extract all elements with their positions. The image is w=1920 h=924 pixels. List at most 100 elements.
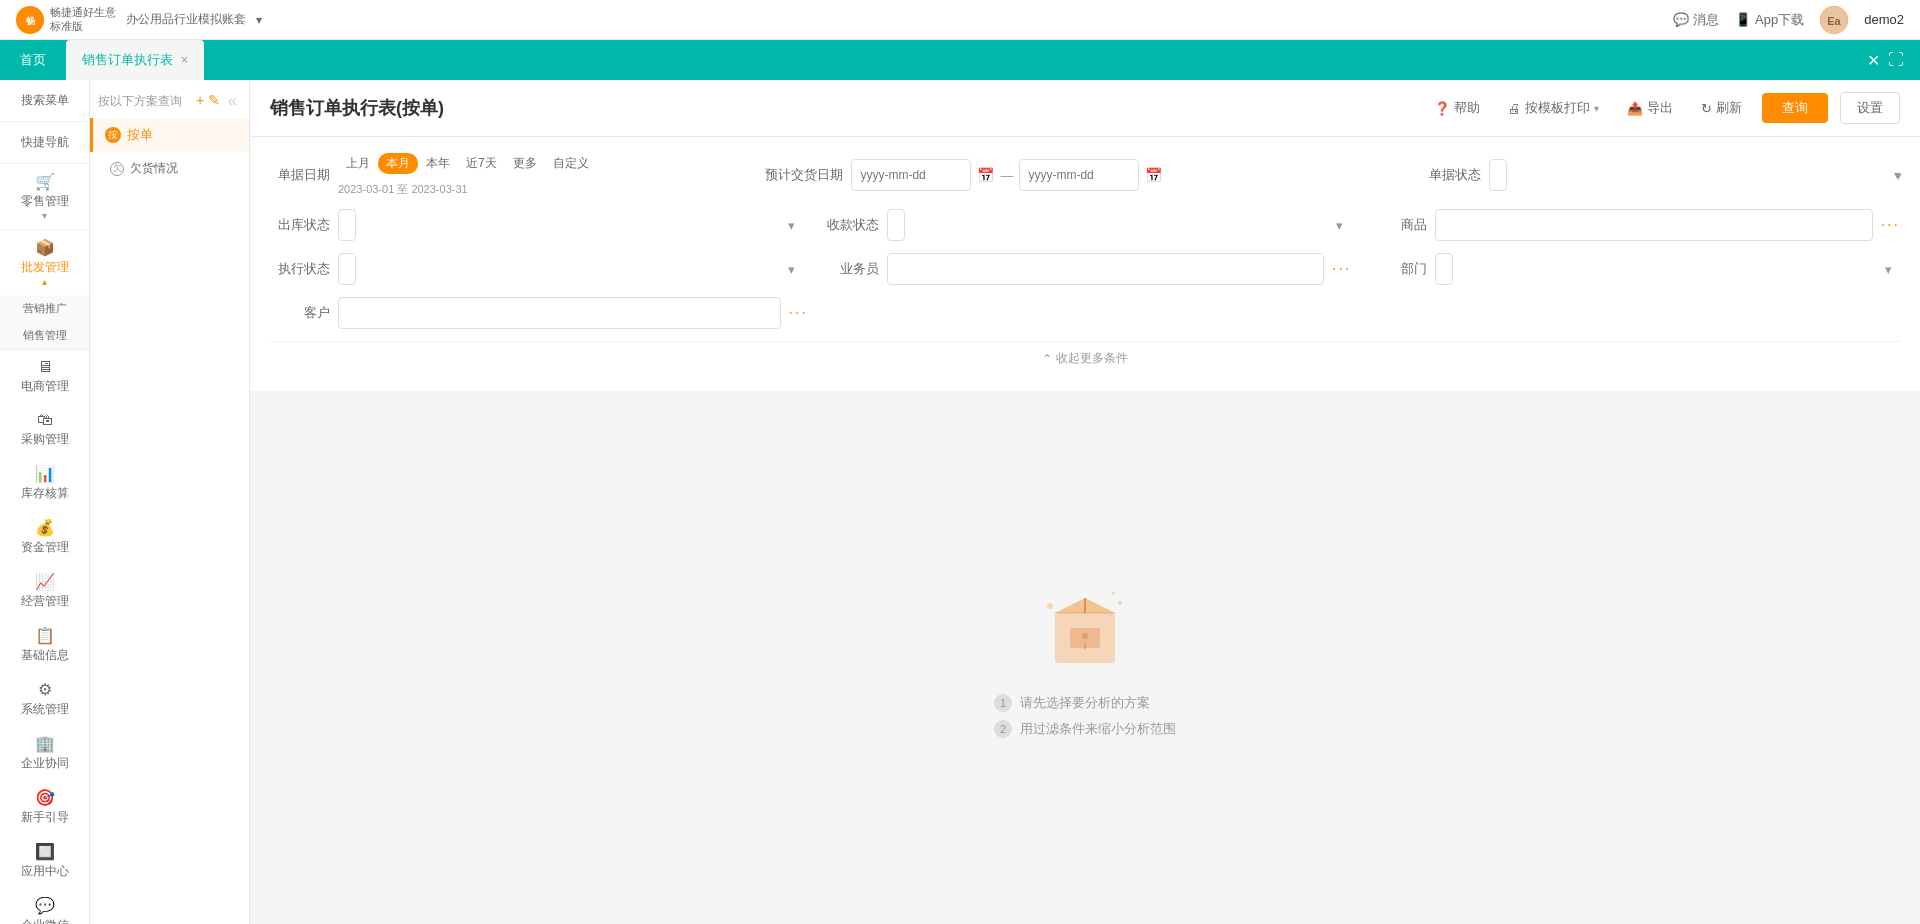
message-button[interactable]: 💬 消息 <box>1673 11 1719 29</box>
receipt-status-select[interactable] <box>887 209 905 241</box>
empty-tips: 1 请先选择要分析的方案 2 用过滤条件来缩小分析范围 <box>994 694 1176 738</box>
tab-close-icon[interactable]: × <box>181 53 188 67</box>
exec-status-label: 执行状态 <box>270 260 330 278</box>
enterprise-label: 企业协同 <box>21 755 69 772</box>
filter-row-4: 客户 ··· <box>270 297 1900 329</box>
dept-label: 部门 <box>1367 260 1427 278</box>
app-title-dropdown[interactable]: ▾ <box>256 13 262 27</box>
customer-input[interactable] <box>338 297 781 329</box>
finance-icon: 💰 <box>35 518 55 537</box>
sidebar-item-enterprise[interactable]: 🏢 企业协同 <box>0 726 89 780</box>
tab-active[interactable]: 销售订单执行表 × <box>66 40 204 80</box>
settings-button[interactable]: 设置 <box>1840 92 1900 124</box>
filter-field-goods: 商品 ··· <box>1367 209 1900 241</box>
calendar-end-icon[interactable]: 📅 <box>1145 167 1162 183</box>
exec-status-select-wrapper <box>338 253 803 285</box>
date-tab-lastmonth[interactable]: 上月 <box>338 153 378 174</box>
tab-home[interactable]: 首页 <box>0 40 66 80</box>
svg-point-13 <box>1112 591 1115 594</box>
retail-arrow-icon: ▾ <box>42 210 47 221</box>
date-tab-custom[interactable]: 自定义 <box>545 153 597 174</box>
date-tab-more[interactable]: 更多 <box>505 153 545 174</box>
sidebar-item-guide[interactable]: 🎯 新手引导 <box>0 780 89 834</box>
tab-close-window-icon[interactable]: ✕ <box>1867 51 1880 70</box>
help-button[interactable]: ❓ 帮助 <box>1426 95 1488 121</box>
export-button[interactable]: 📤 导出 <box>1619 95 1681 121</box>
collapse-panel-icon[interactable]: « <box>224 92 241 110</box>
sidebar-item-ecommerce[interactable]: 🖥 电商管理 <box>0 350 89 403</box>
refresh-button[interactable]: ↻ 刷新 <box>1693 95 1750 121</box>
sidebar-item-finance[interactable]: 💰 资金管理 <box>0 510 89 564</box>
expected-date-start-input[interactable] <box>851 159 971 191</box>
calendar-start-icon[interactable]: 📅 <box>977 167 994 183</box>
filter-row-2: 出库状态 收款状态 <box>270 209 1900 241</box>
date-range-text: 2023-03-01 至 2023-03-31 <box>338 182 749 197</box>
filter-field-date: 单据日期 上月 本月 本年 近7天 更多 自定义 2023-03-01 至 20… <box>270 153 749 197</box>
filter-row-1: 单据日期 上月 本月 本年 近7天 更多 自定义 2023-03-01 至 20… <box>270 153 1900 197</box>
filter-field-receipt-status: 收款状态 <box>819 209 1352 241</box>
sidebar-item-wholesale[interactable]: 📦 批发管理 ▴ <box>0 230 89 295</box>
filter-field-dept: 部门 <box>1367 253 1900 285</box>
sidebar-item-basic[interactable]: 📋 基础信息 <box>0 618 89 672</box>
svg-text:Ea: Ea <box>1828 15 1842 27</box>
filter-field-expected-date: 预计交货日期 📅 — 📅 <box>765 159 1404 191</box>
sidebar-item-operation[interactable]: 📈 经营管理 <box>0 564 89 618</box>
sidebar-nav-label[interactable]: 快捷导航 <box>0 128 89 157</box>
dept-select-wrapper <box>1435 253 1900 285</box>
tab-maximize-icon[interactable]: ⛶ <box>1888 51 1904 69</box>
empty-tip-2: 2 用过滤条件来缩小分析范围 <box>994 720 1176 738</box>
message-icon: 💬 <box>1673 12 1689 27</box>
salesperson-more-icon[interactable]: ··· <box>1332 260 1351 278</box>
svg-point-12 <box>1118 601 1122 605</box>
expected-date-end-input[interactable] <box>1019 159 1139 191</box>
sidebar-sub-item-sales[interactable]: 销售管理 <box>0 322 89 349</box>
purchase-icon: 🛍 <box>37 411 53 429</box>
date-tab-thismonth[interactable]: 本月 <box>378 153 418 174</box>
sidebar-item-system[interactable]: ⚙ 系统管理 <box>0 672 89 726</box>
salesperson-input[interactable] <box>887 253 1324 285</box>
purchase-label: 采购管理 <box>21 431 69 448</box>
filter-field-exec-status: 执行状态 <box>270 253 803 285</box>
sidebar-item-retail[interactable]: 🛒 零售管理 ▾ <box>0 164 89 229</box>
filter-row-3: 执行状态 业务员 ··· 部门 <box>270 253 1900 285</box>
sidebar-item-purchase[interactable]: 🛍 采购管理 <box>0 403 89 456</box>
query-button[interactable]: 查询 <box>1762 93 1828 123</box>
out-status-select[interactable] <box>338 209 356 241</box>
receipt-status-select-wrapper <box>887 209 1352 241</box>
add-scheme-icon[interactable]: + <box>196 92 204 110</box>
sidebar-search-text[interactable]: 搜索菜单 <box>8 88 81 113</box>
tab-bar-actions: ✕ ⛶ <box>1867 51 1920 70</box>
user-name[interactable]: demo2 <box>1864 12 1904 27</box>
sidebar-sub-item-marketing[interactable]: 营销推广 <box>0 295 89 322</box>
date-label: 单据日期 <box>270 166 330 184</box>
date-tab-7days[interactable]: 近7天 <box>458 153 505 174</box>
sidebar-item-inventory[interactable]: 📊 库存核算 <box>0 456 89 510</box>
goods-more-icon[interactable]: ··· <box>1881 216 1900 234</box>
app-download-button[interactable]: 📱 App下载 <box>1735 11 1804 29</box>
doc-status-select[interactable] <box>1489 159 1507 191</box>
page-header-top: 销售订单执行表(按单) ❓ 帮助 🖨 按模板打印 ▾ 📤 <box>270 92 1900 124</box>
goods-input[interactable] <box>1435 209 1872 241</box>
collapse-filters-button[interactable]: ⌃ 收起更多条件 <box>270 341 1900 375</box>
sidebar-item-wechat[interactable]: 💬 企业微信 <box>0 888 89 924</box>
date-tab-thisyear[interactable]: 本年 <box>418 153 458 174</box>
date-filter-tabs: 上月 本月 本年 近7天 更多 自定义 <box>338 153 749 174</box>
filter-field-doc-status: 单据状态 ▾ <box>1421 159 1900 191</box>
doc-status-select-wrapper <box>1489 159 1910 191</box>
scheme-sub-label: 欠货情况 <box>130 160 178 177</box>
avatar: Ea <box>1820 6 1848 34</box>
customer-label: 客户 <box>270 304 330 322</box>
customer-more-icon[interactable]: ··· <box>789 304 808 322</box>
empty-state: 1 请先选择要分析的方案 2 用过滤条件来缩小分析范围 <box>994 578 1176 738</box>
sidebar-item-appcenter[interactable]: 🔲 应用中心 <box>0 834 89 888</box>
edit-scheme-icon[interactable]: ✎ <box>208 92 220 110</box>
print-button[interactable]: 🖨 按模板打印 ▾ <box>1500 95 1607 121</box>
logo-icon: 畅 <box>16 6 44 34</box>
system-label: 系统管理 <box>21 701 69 718</box>
scheme-sub-item[interactable]: 欠 欠货情况 <box>90 152 249 185</box>
doc-status-label: 单据状态 <box>1421 166 1481 184</box>
scheme-item[interactable]: 按 按单 <box>90 118 249 152</box>
exec-status-select[interactable] <box>338 253 356 285</box>
retail-icon: 🛒 <box>35 172 55 191</box>
dept-select[interactable] <box>1435 253 1453 285</box>
